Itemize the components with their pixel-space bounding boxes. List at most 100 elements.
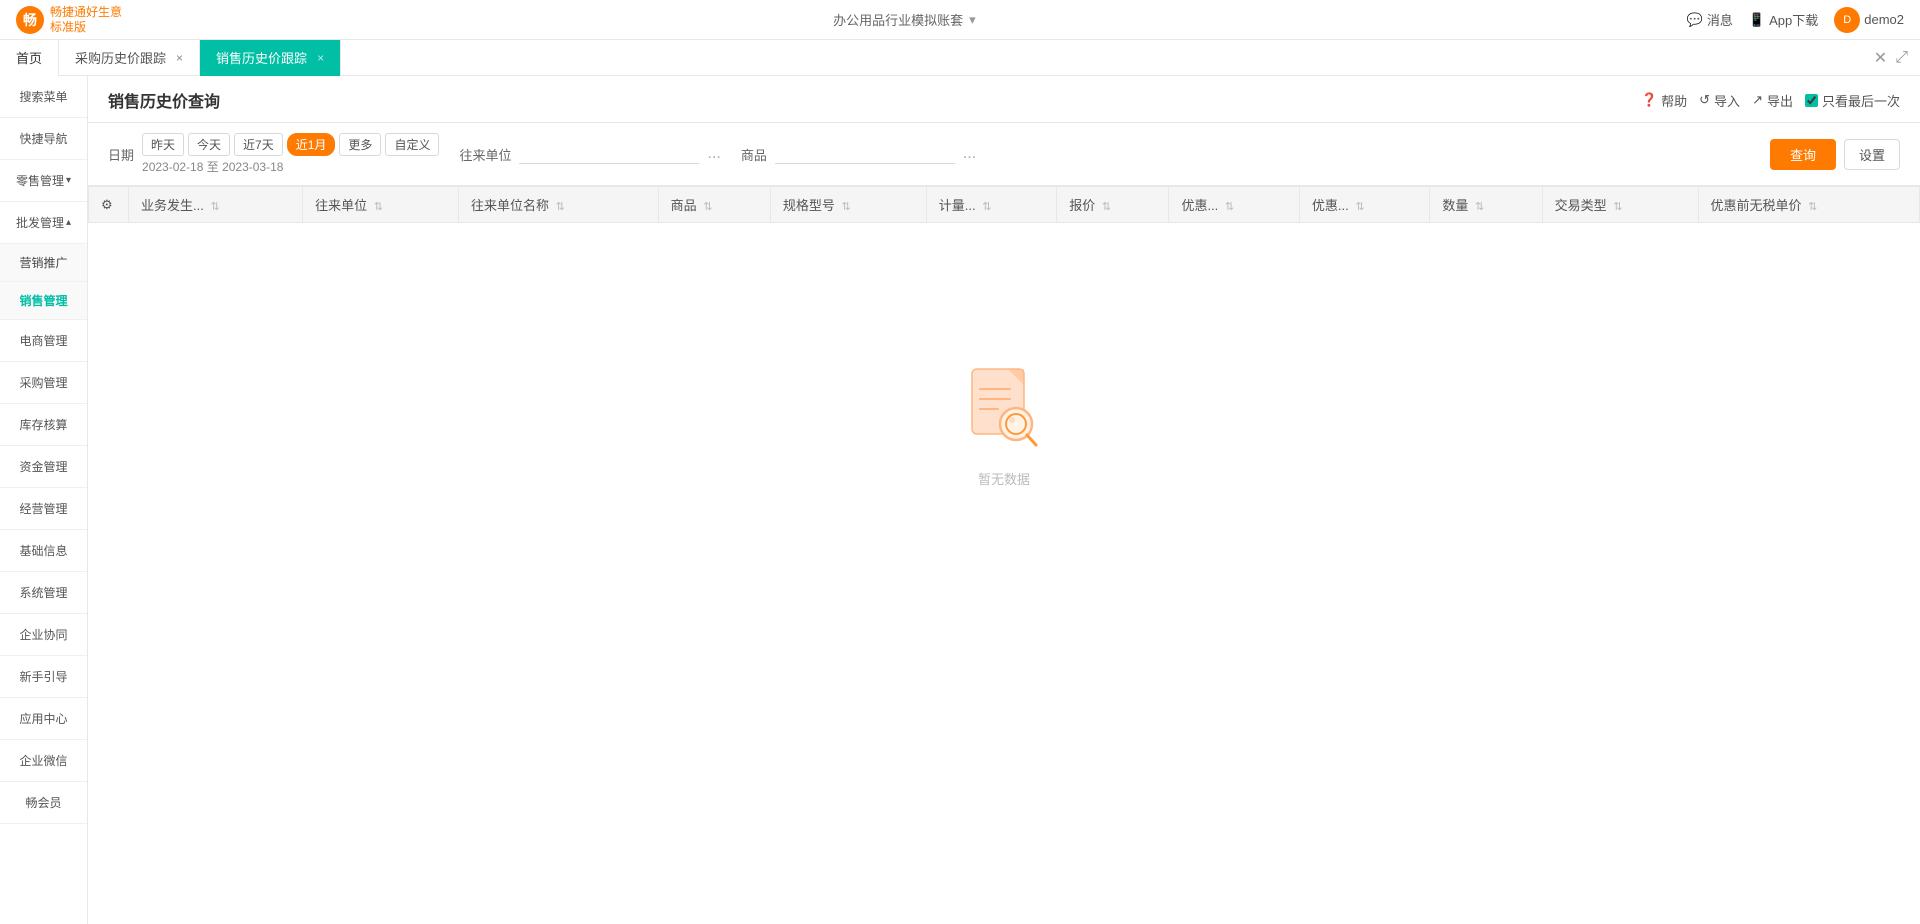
tab-home[interactable]: 首页 <box>0 40 59 76</box>
date-btn-7days[interactable]: 近7天 <box>234 133 283 156</box>
tab-maximize-icon[interactable]: ⤢ <box>1895 49 1908 67</box>
tab-sales-history-close[interactable]: × <box>317 51 324 65</box>
table-area: ⚙ 业务发生... ⇅ 往来单位 ⇅ 往来单位名称 ⇅ <box>88 186 1920 924</box>
col-partner-name[interactable]: 往来单位名称 ⇅ <box>459 187 659 223</box>
sidebar-item-search-menu[interactable]: 搜索菜单 <box>0 76 87 118</box>
top-bar: 畅 畅捷通好生意 标准版 办公用品行业模拟账套 ▾ 💬 消息 📱 App下载 D… <box>0 0 1920 40</box>
sidebar-item-wholesale-mgmt[interactable]: 批发管理 ▴ <box>0 202 87 244</box>
col-product[interactable]: 商品 ⇅ <box>658 187 770 223</box>
sidebar-item-sys-mgmt[interactable]: 系统管理 <box>0 572 87 614</box>
col-unit[interactable]: 计量... ⇅ <box>926 187 1056 223</box>
only-last-wrap[interactable]: 只看最后一次 <box>1805 91 1900 110</box>
sidebar-basic-info-label: 基础信息 <box>4 542 83 559</box>
date-btn-more[interactable]: 更多 <box>339 133 381 156</box>
sort-biz-date-icon: ⇅ <box>210 201 219 213</box>
sort-unit-icon: ⇅ <box>982 201 991 213</box>
sidebar-item-marketing[interactable]: 营销推广 <box>0 244 87 282</box>
tab-purchase-history[interactable]: 采购历史价跟踪 × <box>59 40 200 76</box>
app-download-item[interactable]: 📱 App下载 <box>1749 10 1818 29</box>
app-selector-label[interactable]: 办公用品行业模拟账套 <box>833 10 963 29</box>
col-quote-label: 报价 <box>1069 198 1095 213</box>
date-btn-1month[interactable]: 近1月 <box>287 133 336 156</box>
col-pretax-price[interactable]: 优惠前无税单价 ⇅ <box>1698 187 1920 223</box>
date-btn-today[interactable]: 今天 <box>188 133 230 156</box>
sidebar-item-vip[interactable]: 畅会员 <box>0 782 87 824</box>
app-label: App下载 <box>1769 10 1818 29</box>
empty-text: 暂无数据 <box>978 469 1030 488</box>
tab-sales-history[interactable]: 销售历史价跟踪 × <box>200 40 341 76</box>
sidebar-inventory-label: 库存核算 <box>4 416 83 433</box>
data-table: ⚙ 业务发生... ⇅ 往来单位 ⇅ 往来单位名称 ⇅ <box>88 186 1920 223</box>
tab-bar: 首页 采购历史价跟踪 × 销售历史价跟踪 × ✕ ⤢ <box>0 40 1920 76</box>
date-btns: 昨天 今天 近7天 近1月 更多 自定义 <box>142 133 439 156</box>
col-partner-code[interactable]: 往来单位 ⇅ <box>303 187 459 223</box>
col-biz-date[interactable]: 业务发生... ⇅ <box>129 187 303 223</box>
query-button[interactable]: 查询 <box>1770 139 1836 170</box>
sidebar-item-ecom-mgmt[interactable]: 电商管理 <box>0 320 87 362</box>
sidebar-item-retail-mgmt[interactable]: 零售管理 ▾ <box>0 160 87 202</box>
col-trade-type[interactable]: 交易类型 ⇅ <box>1542 187 1698 223</box>
msg-item[interactable]: 💬 消息 <box>1687 10 1733 29</box>
sidebar-ecom-mgmt-label: 电商管理 <box>4 332 83 349</box>
top-bar-left: 畅 畅捷通好生意 标准版 <box>16 5 122 34</box>
page-title: 销售历史价查询 <box>108 88 220 112</box>
sidebar-item-purchase-mgmt[interactable]: 采购管理 <box>0 362 87 404</box>
sidebar-item-enterprise[interactable]: 企业协同 <box>0 614 87 656</box>
tab-home-label: 首页 <box>16 48 42 67</box>
empty-illustration <box>954 359 1054 459</box>
product-filter-dots[interactable]: ... <box>963 145 976 163</box>
sidebar-item-inventory[interactable]: 库存核算 <box>0 404 87 446</box>
col-pretax-price-label: 优惠前无税单价 <box>1711 198 1802 213</box>
sidebar-item-newbie[interactable]: 新手引导 <box>0 656 87 698</box>
sidebar-retail-arrow-icon: ▾ <box>66 175 71 186</box>
sidebar-item-basic-info[interactable]: 基础信息 <box>0 530 87 572</box>
btn-group-right: 查询 设置 <box>1770 139 1900 170</box>
user-item[interactable]: D demo2 <box>1834 7 1904 33</box>
product-filter-input[interactable] <box>775 144 955 164</box>
sidebar-wholesale-mgmt-label: 批发管理 <box>16 214 64 231</box>
export-action[interactable]: ↗ 导出 <box>1752 91 1793 110</box>
import-icon: ↺ <box>1699 92 1710 108</box>
date-btn-custom[interactable]: 自定义 <box>385 133 439 156</box>
col-qty[interactable]: 数量 ⇅ <box>1430 187 1542 223</box>
sidebar-item-finance-mgmt[interactable]: 资金管理 <box>0 446 87 488</box>
sidebar-sys-mgmt-label: 系统管理 <box>4 584 83 601</box>
app-selector-chevron[interactable]: ▾ <box>969 12 976 28</box>
tab-close-all-icon[interactable]: ✕ <box>1874 48 1887 68</box>
sort-partner-code-icon: ⇅ <box>374 201 383 213</box>
import-label: 导入 <box>1714 91 1740 110</box>
setting-button[interactable]: 设置 <box>1844 139 1900 170</box>
col-quote[interactable]: 报价 ⇅ <box>1057 187 1169 223</box>
import-action[interactable]: ↺ 导入 <box>1699 91 1740 110</box>
sidebar-item-corp-wechat[interactable]: 企业微信 <box>0 740 87 782</box>
top-bar-center: 办公用品行业模拟账套 ▾ <box>833 10 976 29</box>
content-area: 销售历史价查询 ❓ 帮助 ↺ 导入 ↗ 导出 <box>88 76 1920 924</box>
col-qty-label: 数量 <box>1442 198 1468 213</box>
top-bar-right: 💬 消息 📱 App下载 D demo2 <box>1687 7 1904 33</box>
tab-purchase-history-close[interactable]: × <box>176 51 183 65</box>
sidebar-item-sales-mgmt[interactable]: 销售管理 <box>0 282 87 320</box>
partner-filter-input[interactable] <box>519 144 699 164</box>
msg-icon: 💬 <box>1687 12 1703 28</box>
only-last-checkbox[interactable] <box>1805 94 1818 107</box>
logo-icon: 畅 <box>16 6 44 34</box>
sidebar-sales-mgmt-label: 销售管理 <box>4 292 83 309</box>
table-header-row: ⚙ 业务发生... ⇅ 往来单位 ⇅ 往来单位名称 ⇅ <box>89 187 1920 223</box>
col-trade-type-label: 交易类型 <box>1555 198 1607 213</box>
filter-bar: 日期 昨天 今天 近7天 近1月 更多 自定义 2023-02-18 至 202… <box>88 123 1920 186</box>
col-discount1[interactable]: 优惠... ⇅ <box>1169 187 1299 223</box>
col-discount2[interactable]: 优惠... ⇅ <box>1299 187 1429 223</box>
help-action[interactable]: ❓ 帮助 <box>1641 91 1687 110</box>
sort-pretax-price-icon: ⇅ <box>1808 201 1817 213</box>
sidebar-item-ops-mgmt[interactable]: 经营管理 <box>0 488 87 530</box>
user-label: demo2 <box>1864 12 1904 27</box>
partner-filter-dots[interactable]: ... <box>707 145 720 163</box>
col-settings[interactable]: ⚙ <box>89 187 129 223</box>
sidebar-marketing-label: 营销推广 <box>4 254 83 271</box>
only-last-label: 只看最后一次 <box>1822 91 1900 110</box>
sidebar-item-quick-nav[interactable]: 快捷导航 <box>0 118 87 160</box>
sidebar-item-app-center[interactable]: 应用中心 <box>0 698 87 740</box>
date-btn-yesterday[interactable]: 昨天 <box>142 133 184 156</box>
sidebar-retail-mgmt-label: 零售管理 <box>16 172 64 189</box>
col-spec[interactable]: 规格型号 ⇅ <box>770 187 926 223</box>
